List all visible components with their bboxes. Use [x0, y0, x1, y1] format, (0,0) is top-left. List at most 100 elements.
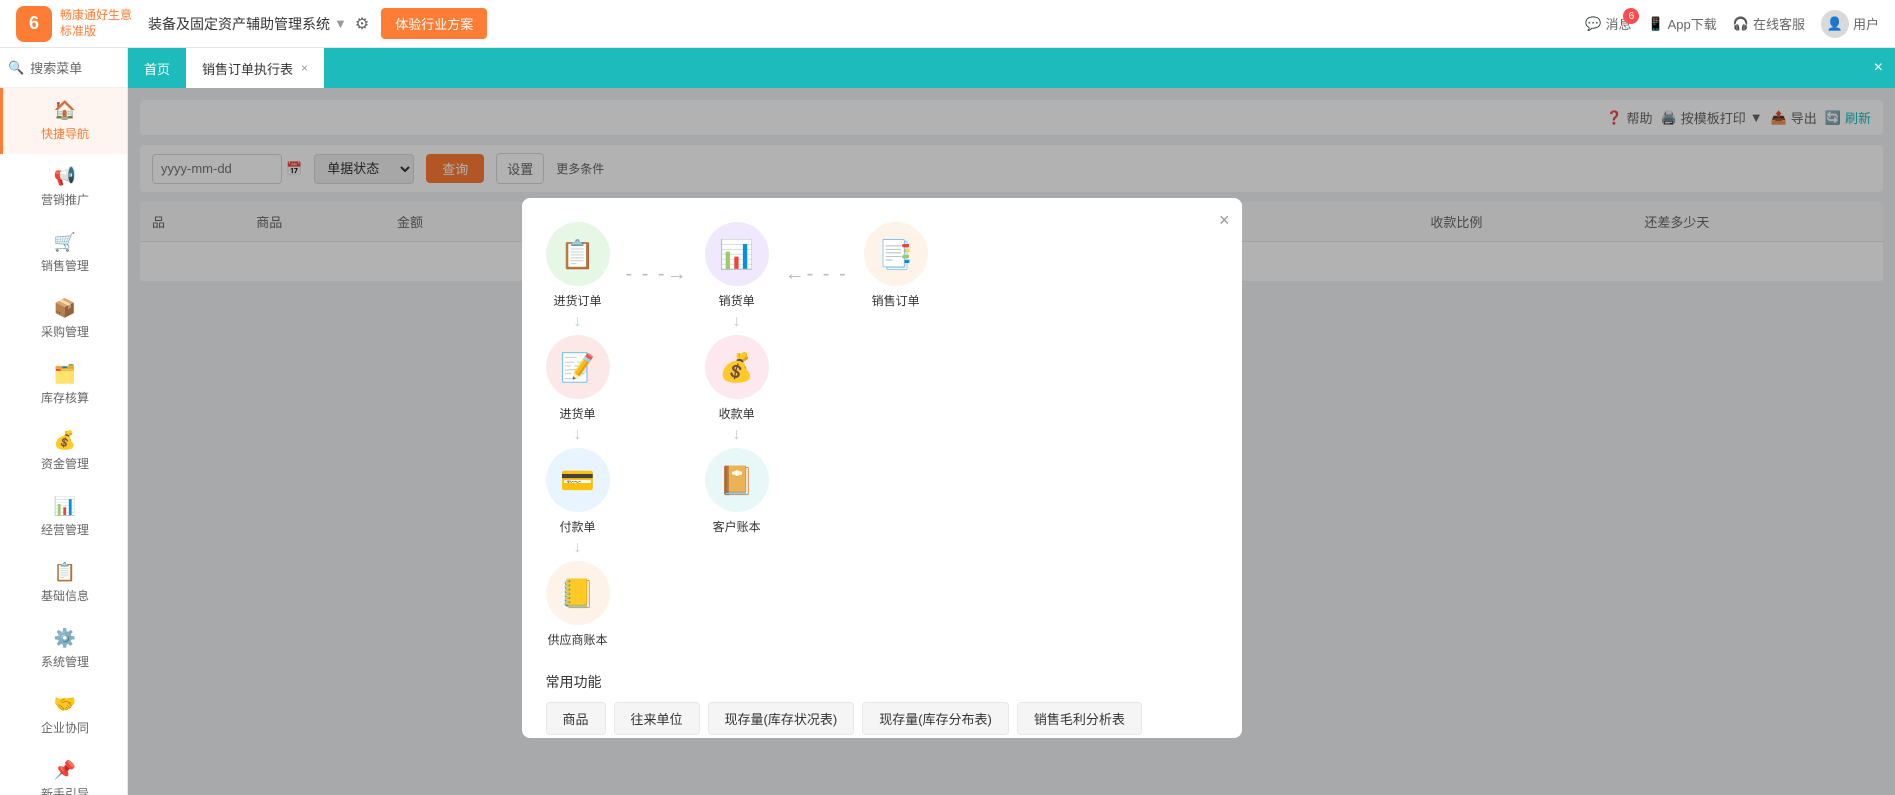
func-btn-stock-status[interactable]: 现存量(库存状况表): [708, 702, 855, 735]
sales-order-label: 销售订单: [872, 292, 920, 309]
right-arrow-area: ←- - -: [785, 222, 848, 306]
sidebar-item-purchase[interactable]: 📦 采购管理: [0, 286, 127, 352]
flow-node-purchase-bill[interactable]: 📝 进货单: [546, 335, 610, 422]
h-arrow-2: ←- - -: [785, 242, 848, 306]
logo-icon: 6: [16, 6, 52, 42]
sales-order-icon: 📑: [878, 238, 913, 271]
trial-button[interactable]: 体验行业方案: [381, 8, 487, 39]
flow-node-purchase-order[interactable]: 📋 进货订单: [546, 222, 610, 309]
tab-bar: 首页 销售订单执行表 × ×: [128, 48, 1895, 88]
system-title: 装备及固定资产辅助管理系统: [148, 14, 330, 34]
purchase-order-circle: 📋: [546, 222, 610, 286]
modal-overlay: × 📋 进货订单: [128, 88, 1895, 795]
common-functions-section: 常用功能 商品 往来单位 现存量(库存状况表) 现存量(库存分布表) 销售毛利分…: [546, 672, 1218, 738]
h-arrow-1: - - -→: [626, 242, 689, 306]
payment-icon: 💳: [560, 464, 595, 497]
app-download-button[interactable]: 📱 App下载: [1647, 14, 1716, 33]
sidebar-search[interactable]: 🔍 搜索菜单: [0, 48, 127, 88]
sidebar-item-quick-nav[interactable]: 🏠 快捷导航: [0, 88, 127, 154]
basic-info-icon: 📋: [54, 562, 76, 583]
flow-node-sales-order[interactable]: 📑 销售订单: [864, 222, 928, 309]
sidebar-item-newbie[interactable]: 📌 新手引导: [0, 748, 127, 795]
arrow-down-3: ↓: [574, 539, 582, 557]
service-icon: 🎧: [1733, 16, 1749, 32]
main-area: 🔍 搜索菜单 🏠 快捷导航 📢 营销推广 🛒 销售管理 📦 采购管理 🗂️: [0, 48, 1895, 795]
func-btn-stock-dist[interactable]: 现存量(库存分布表): [862, 702, 1009, 735]
online-service-button[interactable]: 🎧 在线客服: [1733, 14, 1805, 33]
payment-circle: 💳: [546, 448, 610, 512]
top-bar: 6 畅康通好生意 标准版 装备及固定资产辅助管理系统 ▼ ⚙ 体验行业方案 💬 …: [0, 0, 1895, 48]
payment-label: 付款单: [559, 518, 595, 535]
receipt-icon: 💰: [719, 351, 754, 384]
arrow-down-2: ↓: [574, 426, 582, 444]
arrow-down-1: ↓: [574, 313, 582, 331]
dropdown-icon[interactable]: ▼: [334, 16, 347, 31]
sidebar-item-finance[interactable]: 💰 资金管理: [0, 418, 127, 484]
receipt-circle: 💰: [705, 335, 769, 399]
newbie-icon: 📌: [54, 760, 76, 781]
flow-node-customer-ledger[interactable]: 📔 客户账本: [705, 448, 769, 535]
top-right-area: 💬 消息 6 📱 App下载 🎧 在线客服 👤 用户: [1585, 10, 1879, 38]
sidebar-item-marketing[interactable]: 📢 营销推广: [0, 154, 127, 220]
settings-icon[interactable]: ⚙: [355, 14, 369, 34]
receipt-label: 收款单: [719, 405, 755, 422]
flow-node-supplier-ledger[interactable]: 📒 供应商账本: [546, 561, 610, 648]
messages-button[interactable]: 💬 消息 6: [1585, 14, 1631, 33]
sidebar: 🔍 搜索菜单 🏠 快捷导航 📢 营销推广 🛒 销售管理 📦 采购管理 🗂️: [0, 48, 128, 795]
supplier-ledger-icon: 📒: [560, 577, 595, 610]
sidebar-item-operations[interactable]: 📊 经营管理: [0, 484, 127, 550]
logo-area: 6 畅康通好生意 标准版: [16, 6, 132, 42]
flow-node-sales-bill[interactable]: 📊 销货单: [705, 222, 769, 309]
tabbar-close-button[interactable]: ×: [1874, 59, 1883, 77]
sidebar-item-basic-info[interactable]: 📋 基础信息: [0, 550, 127, 616]
purchase-bill-icon: 📝: [560, 351, 595, 384]
arrow-down-5: ↓: [733, 426, 741, 444]
sidebar-item-system[interactable]: ⚙️ 系统管理: [0, 616, 127, 682]
sidebar-item-sales[interactable]: 🛒 销售管理: [0, 220, 127, 286]
messages-badge: 6: [1623, 8, 1639, 24]
arrow-down-4: ↓: [733, 313, 741, 331]
sales-icon: 🛒: [54, 232, 76, 253]
sidebar-item-inventory[interactable]: 🗂️ 库存核算: [0, 352, 127, 418]
modal-close-button[interactable]: ×: [1219, 210, 1230, 231]
avatar: 👤: [1821, 10, 1849, 38]
sidebar-item-collab[interactable]: 🤝 企业协同: [0, 682, 127, 748]
flow-node-receipt[interactable]: 💰 收款单: [705, 335, 769, 422]
content-area: 首页 销售订单执行表 × × ❓ 帮助 🖨️: [128, 48, 1895, 795]
customer-ledger-label: 客户账本: [713, 518, 761, 535]
purchase-bill-circle: 📝: [546, 335, 610, 399]
h-spacer: [626, 336, 689, 400]
message-icon: 💬: [1585, 16, 1601, 32]
purchase-order-label: 进货订单: [553, 292, 601, 309]
sales-bill-label: 销货单: [719, 292, 755, 309]
purchase-icon: 📦: [54, 298, 76, 319]
home-icon: 🏠: [54, 100, 76, 121]
download-icon: 📱: [1647, 16, 1663, 32]
logo-char: 6: [29, 13, 39, 34]
system-icon: ⚙️: [54, 628, 76, 649]
flow-node-payment[interactable]: 💳 付款单: [546, 448, 610, 535]
tab-close-icon[interactable]: ×: [301, 61, 308, 75]
supplier-ledger-label: 供应商账本: [547, 631, 607, 648]
purchase-order-icon: 📋: [560, 238, 595, 271]
func-btn-product[interactable]: 商品: [546, 702, 606, 735]
collab-icon: 🤝: [54, 694, 76, 715]
func-btn-sales-margin[interactable]: 销售毛利分析表: [1017, 702, 1142, 735]
tab-sales-order[interactable]: 销售订单执行表 ×: [186, 48, 324, 88]
supplier-ledger-circle: 📒: [546, 561, 610, 625]
inventory-icon: 🗂️: [54, 364, 76, 385]
func-btn-partner[interactable]: 往来单位: [614, 702, 700, 735]
func-buttons-row1: 商品 往来单位 现存量(库存状况表) 现存量(库存分布表) 销售毛利分析表 商品…: [546, 702, 1218, 738]
common-func-title: 常用功能: [546, 672, 1218, 692]
sales-bill-icon: 📊: [719, 238, 754, 271]
tab-home[interactable]: 首页: [128, 48, 186, 88]
marketing-icon: 📢: [54, 166, 76, 187]
finance-icon: 💰: [54, 430, 76, 451]
user-menu[interactable]: 👤 用户: [1821, 10, 1879, 38]
logo-text: 畅康通好生意 标准版: [60, 8, 132, 39]
sales-bill-circle: 📊: [705, 222, 769, 286]
purchase-bill-label: 进货单: [559, 405, 595, 422]
operations-icon: 📊: [54, 496, 76, 517]
search-icon: 🔍: [8, 60, 24, 76]
page-content: ❓ 帮助 🖨️ 按模板打印 ▼ 📤 导出 🔄 刷新: [128, 88, 1895, 795]
